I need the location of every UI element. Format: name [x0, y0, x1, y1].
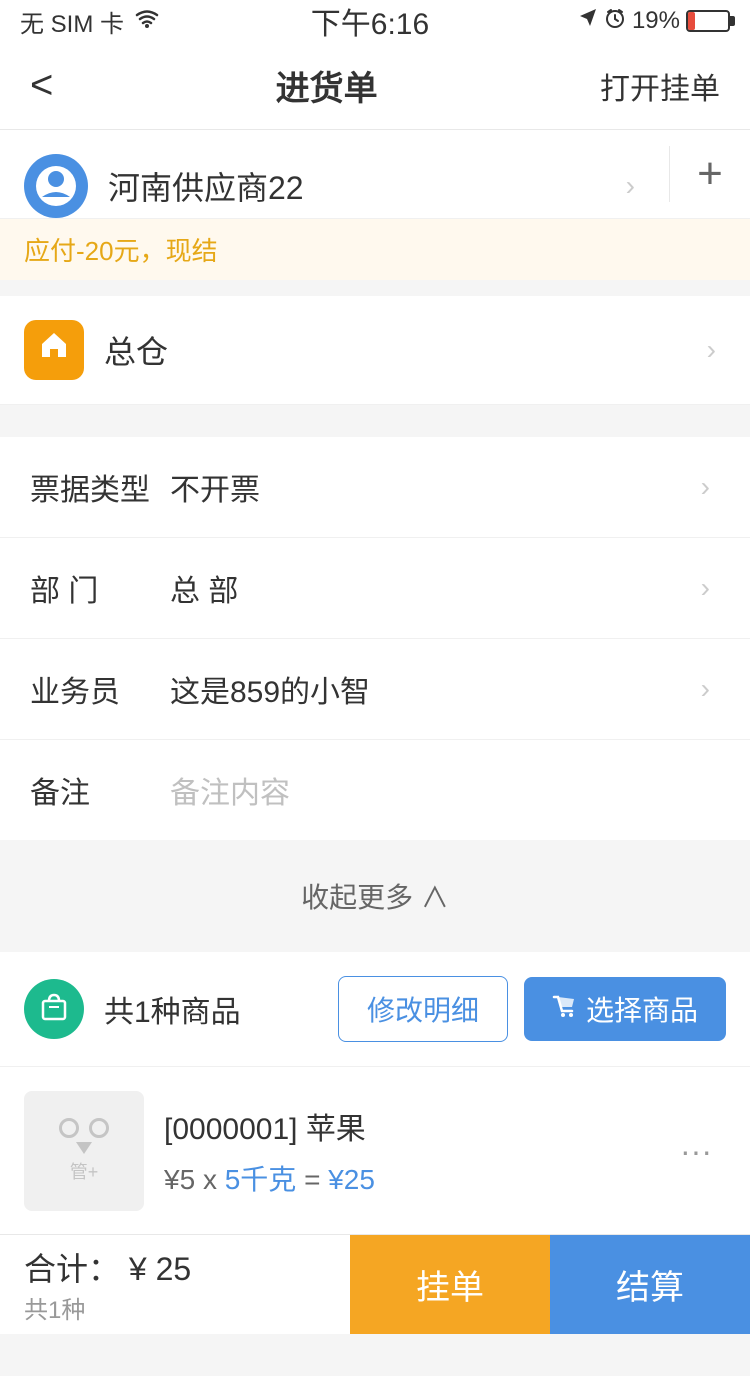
product-thumbnail: 管+ [24, 1091, 144, 1211]
total-count: 共1种 [24, 1290, 326, 1325]
owl-watermark: 管+ [59, 1118, 109, 1184]
warehouse-name: 总仓 [104, 327, 707, 373]
item-total: ¥25 [328, 1164, 375, 1195]
total-value: ¥ 25 [129, 1251, 191, 1287]
status-left: 无 SIM 卡 [20, 4, 162, 39]
location-icon [578, 7, 598, 36]
back-button[interactable]: < [30, 63, 53, 108]
select-products-button[interactable]: 选择商品 [524, 977, 726, 1041]
note-value[interactable]: 备注内容 [170, 768, 720, 812]
battery-percent: 19% [632, 7, 680, 35]
warehouse-icon [24, 320, 84, 380]
salesperson-row[interactable]: 业务员 这是859的小智 › [0, 639, 750, 740]
collapse-text: 收起更多 ∧ [301, 882, 449, 913]
nav-bar: < 进货单 打开挂单 [0, 42, 750, 130]
products-header: 共1种商品 修改明细 选择商品 [0, 952, 750, 1067]
products-icon [24, 979, 84, 1039]
total-label: 合计： [24, 1251, 120, 1287]
chevron-right-icon: › [626, 170, 635, 202]
note-row[interactable]: 备注 备注内容 [0, 740, 750, 840]
unit-price: ¥5 [164, 1164, 195, 1195]
status-right: 19% [578, 7, 730, 36]
alarm-icon [604, 7, 626, 36]
avatar-icon [38, 165, 74, 208]
warehouse-row[interactable]: 总仓 › [0, 296, 750, 405]
carrier-text: 无 SIM 卡 [20, 4, 124, 39]
quantity: 5千克 [225, 1164, 297, 1195]
supplier-info-badge: 应付-20元，现结 [0, 219, 750, 280]
battery-icon [686, 10, 730, 32]
invoice-type-value: 不开票 [170, 465, 701, 509]
product-item: 管+ [0000001] 苹果 ¥5 x 5千克 = ¥25 ··· [0, 1067, 750, 1236]
collapse-row[interactable]: 收起更多 ∧ [0, 856, 750, 936]
cart-icon [552, 993, 578, 1026]
hang-order-button[interactable]: 挂单 [350, 1235, 550, 1334]
supplier-avatar [24, 154, 88, 218]
department-label: 部 门 [30, 566, 170, 610]
total-section: 合计： ¥ 25 共1种 [0, 1244, 350, 1325]
home-icon [37, 329, 71, 371]
supplier-name: 河南供应商22 [108, 163, 626, 209]
product-price: ¥5 x 5千克 = ¥25 [164, 1158, 666, 1198]
equals-sign: = [304, 1164, 328, 1195]
chevron-right-icon: › [701, 673, 710, 705]
owl-eye-right [89, 1118, 109, 1138]
products-count: 共1种商品 [104, 987, 338, 1031]
note-label: 备注 [30, 768, 170, 812]
chevron-right-icon: › [707, 334, 716, 366]
page-title: 进货单 [276, 61, 378, 110]
wifi-icon [132, 7, 162, 36]
bag-icon [37, 989, 71, 1030]
bottom-bar: 合计： ¥ 25 共1种 挂单 结算 [0, 1234, 750, 1334]
product-title: 苹果 [306, 1113, 366, 1146]
chevron-right-icon: › [701, 572, 710, 604]
owl-brand-text: 管+ [70, 1158, 99, 1184]
supplier-row[interactable]: 河南供应商22 › [0, 130, 669, 218]
status-bar: 无 SIM 卡 下午6:16 19% [0, 0, 750, 42]
product-more-button[interactable]: ··· [666, 1133, 726, 1170]
total-amount: 合计： ¥ 25 [24, 1244, 326, 1290]
multiply-sign: x [203, 1164, 225, 1195]
settle-button[interactable]: 结算 [550, 1235, 750, 1334]
select-products-label: 选择商品 [586, 989, 698, 1029]
department-row[interactable]: 部 门 总 部 › [0, 538, 750, 639]
supplier-section: 河南供应商22 › + 应付-20元，现结 [0, 130, 750, 280]
status-time: 下午6:16 [311, 0, 429, 43]
product-name: [0000001] 苹果 [164, 1104, 666, 1148]
form-section: 票据类型 不开票 › 部 门 总 部 › 业务员 这是859的小智 › 备注 备… [0, 437, 750, 840]
owl-beak [76, 1142, 92, 1154]
warehouse-section: 总仓 › [0, 296, 750, 405]
invoice-type-row[interactable]: 票据类型 不开票 › [0, 437, 750, 538]
product-code: [0000001] [164, 1113, 297, 1146]
owl-eye-left [59, 1118, 79, 1138]
invoice-type-label: 票据类型 [30, 465, 170, 509]
chevron-right-icon: › [701, 471, 710, 503]
salesperson-label: 业务员 [30, 667, 170, 711]
open-pending-button[interactable]: 打开挂单 [600, 64, 720, 108]
product-info: [0000001] 苹果 ¥5 x 5千克 = ¥25 [164, 1104, 666, 1198]
salesperson-value: 这是859的小智 [170, 667, 701, 711]
products-section: 共1种商品 修改明细 选择商品 [0, 952, 750, 1236]
add-supplier-button[interactable]: + [670, 130, 750, 218]
edit-details-button[interactable]: 修改明细 [338, 976, 508, 1042]
department-value: 总 部 [170, 566, 701, 610]
